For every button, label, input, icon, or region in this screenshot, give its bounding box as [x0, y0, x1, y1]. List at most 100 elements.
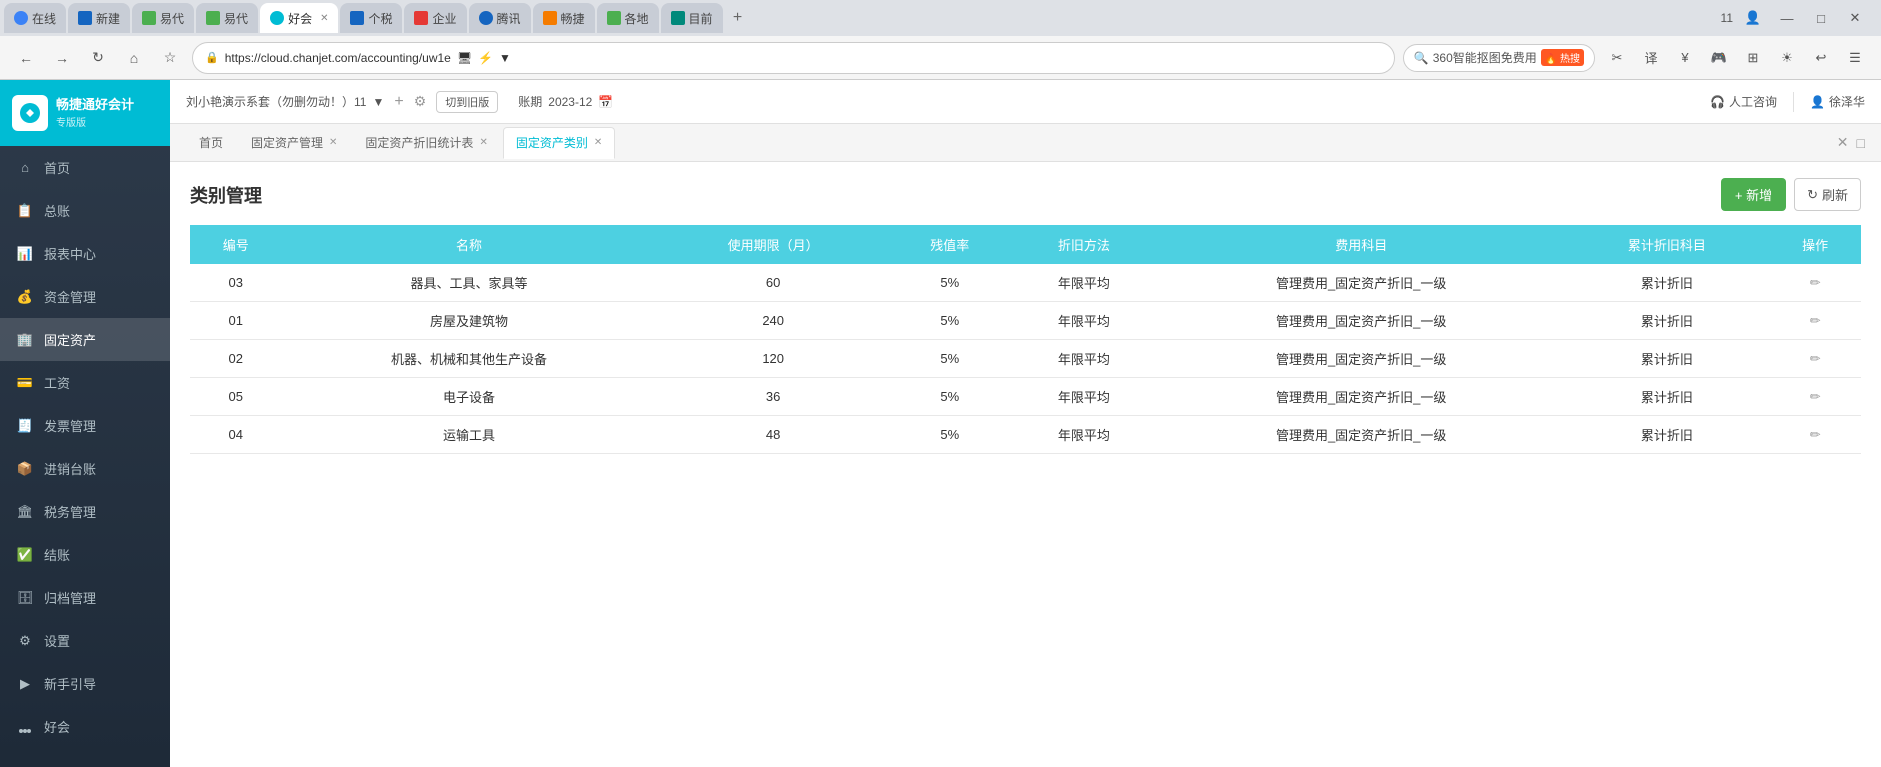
user-dropdown-icon[interactable]: ▼: [372, 95, 384, 109]
tab-fixed-mgmt[interactable]: 固定资产管理 ✕: [238, 127, 350, 159]
switch-version-button[interactable]: 切到旧版: [436, 91, 498, 113]
col-residual: 残值率: [890, 225, 1010, 264]
edit-button-1[interactable]: ✏: [1810, 313, 1821, 328]
cell-expense-3: 管理费用_固定资产折旧_一级: [1158, 378, 1564, 416]
url-bar[interactable]: 🔒 https://cloud.chanjet.com/accounting/u…: [192, 42, 1395, 74]
cell-code-2[interactable]: 02: [190, 340, 282, 378]
add-button[interactable]: + 新增: [1721, 178, 1786, 211]
tax-icon: 🏛: [16, 503, 34, 521]
tab-fixed-category[interactable]: 固定资产类别 ✕: [503, 127, 615, 159]
topbar-right: 🎧 人工咨询 👤 徐泽华: [1710, 92, 1865, 112]
browser-tab-easy2[interactable]: 易代: [196, 3, 258, 33]
cell-residual-2: 5%: [890, 340, 1010, 378]
sidebar-item-home[interactable]: ⌂ 首页: [0, 146, 170, 189]
currency-icon[interactable]: ¥: [1671, 44, 1699, 72]
browser-tab-muqian[interactable]: 目前: [661, 3, 723, 33]
sidebar-item-archive[interactable]: 🗄 归档管理: [0, 576, 170, 619]
dropdown-icon[interactable]: ▼: [499, 51, 511, 65]
close-tab-fixed-category-icon[interactable]: ✕: [594, 137, 602, 148]
edit-button-0[interactable]: ✏: [1810, 275, 1821, 290]
minimize-icon[interactable]: —: [1773, 4, 1801, 32]
table-body: 03 器具、工具、家具等 60 5% 年限平均 管理费用_固定资产折旧_一级 累…: [190, 264, 1861, 454]
more-icon: [16, 718, 34, 736]
sidebar-item-more-label: 好会: [44, 717, 70, 736]
forward-button[interactable]: →: [48, 44, 76, 72]
browser-tab-online[interactable]: 在线: [4, 3, 66, 33]
star-button[interactable]: ☆: [156, 44, 184, 72]
sidebar-item-tax[interactable]: 🏛 税务管理: [0, 490, 170, 533]
browser-tab-changjie[interactable]: 畅捷: [533, 3, 595, 33]
sidebar-item-more[interactable]: 好会: [0, 705, 170, 748]
settings-gear-icon[interactable]: ⚙: [414, 93, 427, 110]
sidebar-item-guide[interactable]: ▶ 新手引导: [0, 662, 170, 705]
cell-code-1[interactable]: 01: [190, 302, 282, 340]
browser-tab-tax[interactable]: 个税: [340, 3, 402, 33]
brightness-icon[interactable]: ☀: [1773, 44, 1801, 72]
browser-tab-tencent[interactable]: 腾讯: [469, 3, 531, 33]
maximize-tab-icon[interactable]: □: [1857, 135, 1865, 151]
calendar-icon[interactable]: 📅: [598, 95, 613, 109]
cell-action-3: ✏: [1769, 378, 1861, 416]
browser-tab-easy1[interactable]: 易代: [132, 3, 194, 33]
main-content: 刘小艳演示系套（勿删勿动！）11 ▼ + ⚙ 切到旧版 账期 2023-12 📅…: [170, 80, 1881, 767]
translate-icon[interactable]: 译: [1637, 44, 1665, 72]
sidebar-item-settings[interactable]: ⚙ 设置: [0, 619, 170, 662]
menu-icon[interactable]: ☰: [1841, 44, 1869, 72]
address-bar: ← → ↻ ⌂ ☆ 🔒 https://cloud.chanjet.com/ac…: [0, 36, 1881, 80]
cell-method-3: 年限平均: [1010, 378, 1158, 416]
brand-logo: [12, 95, 48, 131]
browser-tab-new[interactable]: 新建: [68, 3, 130, 33]
edit-button-4[interactable]: ✏: [1810, 427, 1821, 442]
sidebar-nav: ⌂ 首页 📋 总账 📊 报表中心 💰 资金管理 🏢 固定资产 💳 工资: [0, 146, 170, 767]
browser-tab-gedi[interactable]: 各地: [597, 3, 659, 33]
refresh-button[interactable]: ↻ 刷新: [1794, 178, 1861, 211]
cell-residual-0: 5%: [890, 264, 1010, 302]
cell-name-1: 房屋及建筑物: [282, 302, 657, 340]
sidebar-item-purchase-sales[interactable]: 📦 进销台账: [0, 447, 170, 490]
tab-fixed-deprec[interactable]: 固定资产折旧统计表 ✕: [352, 127, 500, 159]
close-tab-fixed-mgmt-icon[interactable]: ✕: [329, 137, 337, 148]
url-text: https://cloud.chanjet.com/accounting/uw1…: [225, 51, 451, 65]
period-label: 账期: [518, 93, 542, 110]
topbar-user-info: 刘小艳演示系套（勿删勿动！）11 ▼: [186, 93, 384, 110]
edit-button-3[interactable]: ✏: [1810, 389, 1821, 404]
tab-home[interactable]: 首页: [186, 127, 236, 159]
account-icon[interactable]: 👤: [1739, 4, 1767, 32]
sidebar-item-report[interactable]: 📊 报表中心: [0, 232, 170, 275]
cell-code-3[interactable]: 05: [190, 378, 282, 416]
home-browser-button[interactable]: ⌂: [120, 44, 148, 72]
sidebar-item-ledger[interactable]: 📋 总账: [0, 189, 170, 232]
game-icon[interactable]: 🎮: [1705, 44, 1733, 72]
sidebar-item-payroll[interactable]: 💳 工资: [0, 361, 170, 404]
add-account-icon[interactable]: +: [394, 93, 403, 111]
wallet-icon: 💰: [16, 288, 34, 306]
close-tab-fixed-deprec-icon[interactable]: ✕: [479, 137, 487, 148]
sidebar-item-checkout[interactable]: ✅ 结账: [0, 533, 170, 576]
edit-button-2[interactable]: ✏: [1810, 351, 1821, 366]
browser-tab-enterprise[interactable]: 企业: [404, 3, 466, 33]
window-close-icon[interactable]: ✕: [1841, 4, 1869, 32]
undo-icon[interactable]: ↩: [1807, 44, 1835, 72]
close-all-tabs-icon[interactable]: ✕: [1837, 134, 1849, 151]
cell-method-1: 年限平均: [1010, 302, 1158, 340]
maximize-icon[interactable]: □: [1807, 4, 1835, 32]
sidebar-item-invoice[interactable]: 🧾 发票管理: [0, 404, 170, 447]
reload-button[interactable]: ↻: [84, 44, 112, 72]
sidebar-item-funds[interactable]: 💰 资金管理: [0, 275, 170, 318]
cell-code-4[interactable]: 04: [190, 416, 282, 454]
separator: [1793, 92, 1794, 112]
consult-section[interactable]: 🎧 人工咨询: [1710, 93, 1777, 110]
sidebar-item-archive-label: 归档管理: [44, 588, 96, 607]
scissors-icon[interactable]: ✂: [1603, 44, 1631, 72]
user-profile-section[interactable]: 👤 徐泽华: [1810, 93, 1865, 110]
cell-code-0[interactable]: 03: [190, 264, 282, 302]
sidebar-item-fixed-assets[interactable]: 🏢 固定资产: [0, 318, 170, 361]
close-browser-tab-icon[interactable]: ✕: [320, 13, 328, 24]
browser-tab-haokuai[interactable]: 好会 ✕: [260, 3, 338, 33]
sidebar-item-payroll-label: 工资: [44, 373, 70, 392]
search-bar[interactable]: 🔍 360智能抠图免费用 🔥 热搜: [1403, 44, 1595, 72]
back-button[interactable]: ←: [12, 44, 40, 72]
fixed-assets-icon: 🏢: [16, 331, 34, 349]
grid-icon[interactable]: ⊞: [1739, 44, 1767, 72]
new-browser-tab-button[interactable]: +: [725, 5, 751, 31]
